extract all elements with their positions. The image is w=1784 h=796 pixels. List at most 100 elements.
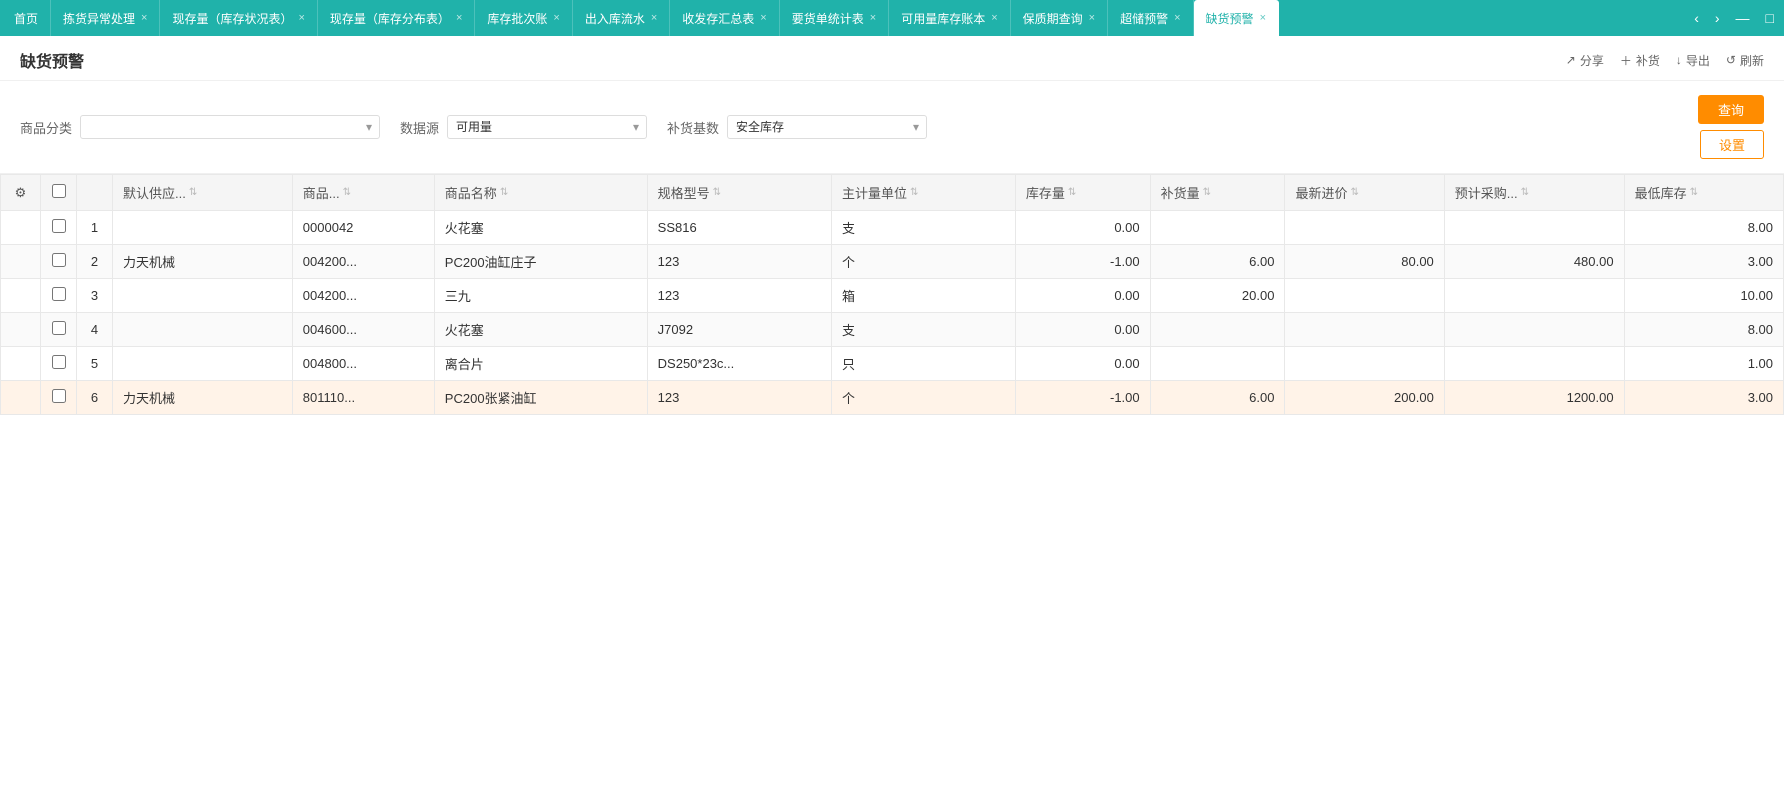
row-checkbox-cell[interactable] (41, 313, 77, 347)
row-code: 004200... (292, 245, 434, 279)
tab-expiry[interactable]: 保质期查询 × (1011, 0, 1108, 36)
row-replenish (1150, 211, 1285, 245)
tab-label-recv-summary: 收发存汇总表 (682, 10, 754, 27)
row-checkbox[interactable] (52, 355, 66, 369)
tab-available-ledger[interactable]: 可用量库存账本× (889, 0, 1010, 36)
tab-inout-flow[interactable]: 出入库流水× (573, 0, 670, 36)
tab-batch-account[interactable]: 库存批次账× (475, 0, 572, 36)
th-supplier[interactable]: 默认供应... ⇅ (113, 175, 293, 211)
row-est-purchase (1444, 347, 1624, 381)
th-min_stock[interactable]: 最低库存 ⇅ (1624, 175, 1783, 211)
tab-close-inventory-dist[interactable]: × (456, 12, 462, 24)
tab-prev-btn[interactable]: ‹ (1686, 0, 1707, 36)
row-replenish: 20.00 (1150, 279, 1285, 313)
tab-close-overstock[interactable]: × (1174, 12, 1180, 24)
row-spec: 123 (647, 279, 831, 313)
tab-label-expiry: 保质期查询 (1023, 10, 1083, 27)
row-replenish: 6.00 (1150, 245, 1285, 279)
select-all-checkbox[interactable] (52, 184, 66, 198)
row-checkbox-cell[interactable] (41, 211, 77, 245)
row-stock: 0.00 (1015, 279, 1150, 313)
th-spec[interactable]: 规格型号 ⇅ (647, 175, 831, 211)
tab-close-shortage[interactable]: × (1260, 12, 1266, 24)
tab-close-inout-flow[interactable]: × (651, 12, 657, 24)
row-checkbox-cell[interactable] (41, 245, 77, 279)
tab-close-batch-account[interactable]: × (553, 12, 559, 24)
row-checkbox[interactable] (52, 389, 66, 403)
export-btn[interactable]: ↓ 导出 (1676, 52, 1710, 69)
tab-label-home: 首页 (14, 10, 38, 27)
tab-recv-summary[interactable]: 收发存汇总表 × (670, 0, 779, 36)
row-checkbox[interactable] (52, 253, 66, 267)
row-latest-price (1285, 313, 1444, 347)
th-est_purchase[interactable]: 预计采购... ⇅ (1444, 175, 1624, 211)
th-code[interactable]: 商品... ⇅ (292, 175, 434, 211)
row-est-purchase (1444, 313, 1624, 347)
tab-inventory-dist[interactable]: 现存量（库存分布表） × (318, 0, 475, 36)
tab-overstock[interactable]: 超储预警 × (1108, 0, 1193, 36)
tab-close-expiry[interactable]: × (1089, 12, 1095, 24)
row-code: 004200... (292, 279, 434, 313)
row-gear-cell (1, 245, 41, 279)
row-spec: J7092 (647, 313, 831, 347)
th-latest_price[interactable]: 最新进价 ⇅ (1285, 175, 1444, 211)
tab-close-recv-summary[interactable]: × (760, 12, 766, 24)
row-unit: 支 (831, 313, 1015, 347)
row-checkbox[interactable] (52, 287, 66, 301)
tab-home[interactable]: 首页 (2, 0, 51, 36)
row-num: 3 (77, 279, 113, 313)
datasource-select[interactable]: 可用量 (447, 115, 647, 139)
tab-close-abnormal[interactable]: × (141, 12, 147, 24)
row-replenish: 6.00 (1150, 381, 1285, 415)
tab-label-shortage: 缺货预警 (1206, 10, 1254, 27)
row-min-stock: 8.00 (1624, 211, 1783, 245)
category-filter-group: 商品分类 (20, 115, 380, 139)
query-button[interactable]: 查询 (1698, 95, 1764, 124)
row-name: PC200油缸庄子 (434, 245, 647, 279)
row-num: 4 (77, 313, 113, 347)
th-replenish[interactable]: 补货量 ⇅ (1150, 175, 1285, 211)
tab-inventory-status[interactable]: 现存量（库存状况表）× (160, 0, 317, 36)
table-row: 3004200...三九123箱0.0020.0010.00 (1, 279, 1784, 313)
row-code: 004800... (292, 347, 434, 381)
tab-label-order-stats: 要货单统计表 (792, 10, 864, 27)
tab-order-stats[interactable]: 要货单统计表 × (780, 0, 889, 36)
row-checkbox-cell[interactable] (41, 279, 77, 313)
settings-button[interactable]: 设置 (1700, 130, 1764, 159)
row-num: 5 (77, 347, 113, 381)
row-checkbox[interactable] (52, 321, 66, 335)
category-select[interactable] (80, 115, 380, 139)
th-checkbox (41, 175, 77, 211)
row-unit: 个 (831, 381, 1015, 415)
th-stock[interactable]: 库存量 ⇅ (1015, 175, 1150, 211)
th-name[interactable]: 商品名称 ⇅ (434, 175, 647, 211)
tab-abnormal[interactable]: 拣货异常处理× (51, 0, 160, 36)
minimize-btn[interactable]: — (1728, 0, 1758, 36)
maximize-btn[interactable]: □ (1758, 0, 1782, 36)
replenish-base-select[interactable]: 安全库存 (727, 115, 927, 139)
row-checkbox[interactable] (52, 219, 66, 233)
filter-actions: 查询 设置 (1698, 95, 1764, 159)
row-gear-cell (1, 381, 41, 415)
row-checkbox-cell[interactable] (41, 381, 77, 415)
row-supplier (113, 347, 293, 381)
row-replenish (1150, 347, 1285, 381)
tab-label-overstock: 超储预警 (1120, 10, 1168, 27)
tab-label-inventory-dist: 现存量（库存分布表） (330, 10, 450, 27)
row-gear-cell (1, 211, 41, 245)
tab-close-inventory-status[interactable]: × (298, 12, 304, 24)
datasource-select-wrapper: 可用量 (447, 115, 647, 139)
tab-close-order-stats[interactable]: × (870, 12, 876, 24)
data-table: ⚙默认供应... ⇅商品... ⇅商品名称 ⇅规格型号 ⇅主计量单位 ⇅库存量 … (0, 174, 1784, 415)
tab-next-btn[interactable]: › (1707, 0, 1728, 36)
row-code: 0000042 (292, 211, 434, 245)
tab-close-available-ledger[interactable]: × (991, 12, 997, 24)
replenish-btn[interactable]: ＋ 补货 (1620, 52, 1660, 69)
th-unit[interactable]: 主计量单位 ⇅ (831, 175, 1015, 211)
th-num (77, 175, 113, 211)
row-stock: -1.00 (1015, 381, 1150, 415)
refresh-btn[interactable]: ↺ 刷新 (1726, 52, 1764, 69)
row-checkbox-cell[interactable] (41, 347, 77, 381)
tab-shortage[interactable]: 缺货预警 × (1194, 0, 1279, 36)
share-btn[interactable]: ↗ 分享 (1566, 52, 1604, 69)
